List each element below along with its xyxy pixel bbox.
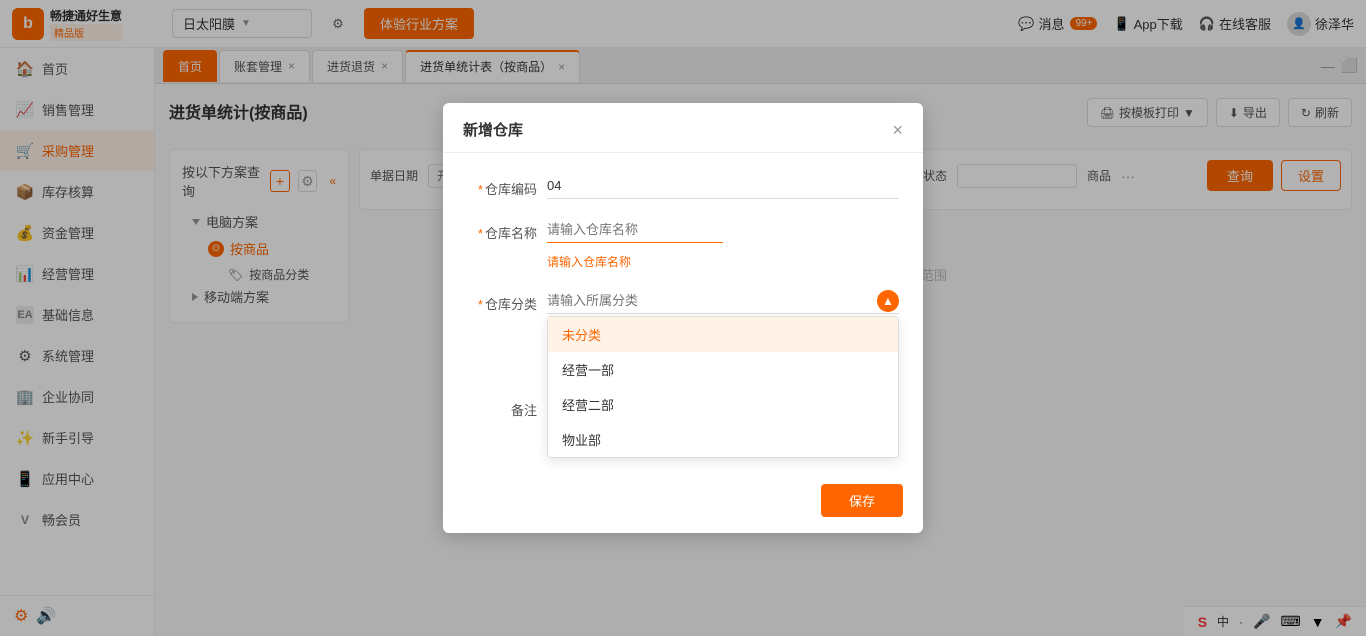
warehouse-code-row: *仓库编码	[467, 173, 899, 199]
dropdown-item-ops2[interactable]: 经营二部	[548, 387, 898, 422]
warehouse-name-input[interactable]	[547, 217, 723, 243]
modal-body: *仓库编码 *仓库名称 请输入仓库名称	[443, 153, 923, 472]
warehouse-name-row: *仓库名称 请输入仓库名称	[467, 217, 899, 270]
name-field-wrap	[547, 217, 899, 243]
category-label: *仓库分类	[467, 288, 537, 313]
modal-footer: 保存	[443, 472, 923, 533]
category-arrow-icon[interactable]: ▲	[877, 290, 899, 312]
warehouse-name-inner: *仓库名称	[467, 217, 899, 243]
modal-title: 新增仓库	[463, 119, 523, 140]
warehouse-category-row: *仓库分类 ▲ 未分类 经营一部 经营二部 物业部	[467, 288, 899, 314]
modal-overlay[interactable]: 新增仓库 × *仓库编码 *仓库名称	[0, 0, 1366, 636]
notes-label: 备注	[467, 394, 537, 419]
dropdown-item-ops1[interactable]: 经营一部	[548, 352, 898, 387]
code-label: *仓库编码	[467, 173, 537, 198]
name-error-wrap: 请输入仓库名称	[467, 253, 899, 270]
dropdown-item-unclassified[interactable]: 未分类	[548, 317, 898, 352]
name-label: *仓库名称	[467, 217, 537, 242]
modal-close-icon[interactable]: ×	[892, 121, 903, 139]
modal-header: 新增仓库 ×	[443, 103, 923, 153]
new-warehouse-modal: 新增仓库 × *仓库编码 *仓库名称	[443, 103, 923, 533]
category-input[interactable]	[547, 288, 899, 314]
dropdown-item-property[interactable]: 物业部	[548, 422, 898, 457]
category-select-wrap: ▲	[547, 288, 899, 314]
warehouse-code-input[interactable]	[547, 173, 899, 199]
category-dropdown: 未分类 经营一部 经营二部 物业部	[547, 316, 899, 458]
name-error-message: 请输入仓库名称	[547, 255, 631, 269]
save-button[interactable]: 保存	[821, 484, 903, 517]
